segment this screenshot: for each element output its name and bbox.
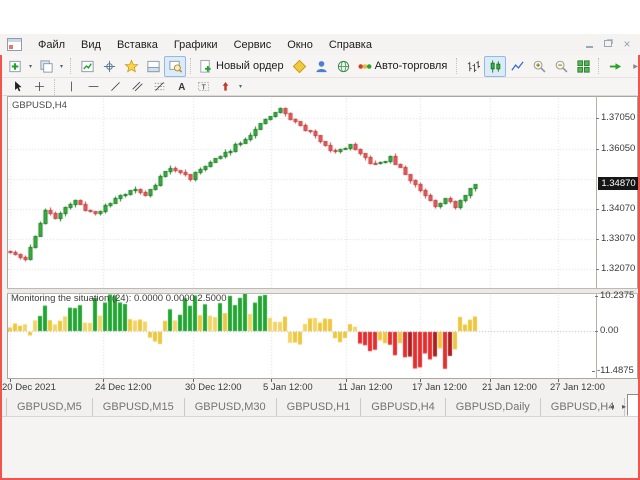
auto-trading-button[interactable]: Авто-торговля (355, 57, 453, 76)
text-icon[interactable]: A (170, 78, 192, 95)
cursor-icon[interactable] (6, 78, 28, 95)
tab-gbpusd-h4[interactable]: GBPUSD,H4 (361, 398, 446, 416)
arrow-objects-dropdown[interactable] (236, 77, 245, 96)
menu-view[interactable]: Вид (73, 36, 109, 54)
time-axis-label: 20 Dec 2021 (2, 382, 56, 393)
time-axis-label: 5 Jan 12:00 (263, 382, 313, 393)
market-watch-icon[interactable] (76, 56, 98, 77)
tab-gbpusd-daily[interactable]: GBPUSD,Daily (446, 398, 541, 416)
line-studies-toolbar: A T (0, 78, 640, 96)
fibonacci-icon[interactable] (148, 78, 170, 95)
price-axis-label: 1.32070 (595, 263, 636, 274)
minimize-icon[interactable] (582, 37, 596, 50)
new-chart-icon[interactable] (4, 56, 26, 77)
strategy-tester-icon[interactable] (164, 55, 186, 77)
time-axis-label: 24 Dec 12:00 (95, 382, 152, 393)
price-axis-label: 1.33070 (595, 233, 636, 244)
price-axis-label: 1.36050 (595, 143, 636, 154)
vertical-line-icon[interactable] (60, 78, 82, 95)
tab-scroll-arrows (610, 402, 626, 411)
chart-window-icon (7, 38, 22, 51)
new-order-label: Новый ордер (216, 60, 284, 72)
time-axis-label: 27 Jan 12:00 (550, 382, 605, 393)
time-axis-label: 11 Jan 12:00 (338, 382, 393, 393)
menu-charts[interactable]: Графики (166, 36, 226, 54)
terminal-icon[interactable] (142, 56, 164, 77)
metatrader-window: Файл Вид Вставка Графики Сервис Окно Спр… (0, 0, 640, 480)
horizontal-line-icon[interactable] (82, 78, 104, 95)
line-chart-icon[interactable] (506, 56, 528, 77)
time-axis-label: 21 Jan 12:00 (482, 382, 537, 393)
price-axis-label: 1.34070 (595, 203, 636, 214)
trend-line-icon[interactable] (104, 78, 126, 95)
indicator-axis-label: 10.2375 (594, 290, 635, 301)
price-axis-border (596, 96, 597, 379)
text-label-icon[interactable]: T (192, 78, 214, 95)
close-icon[interactable] (620, 37, 634, 50)
time-axis-label: 17 Jan 12:00 (412, 382, 467, 393)
metaeditor-icon[interactable] (289, 56, 311, 77)
price-chart-canvas[interactable] (8, 98, 596, 290)
mdi-window-controls (582, 37, 634, 50)
chart-symbol-label: GBPUSD,H4 (12, 100, 67, 111)
tile-windows-icon[interactable] (572, 56, 594, 77)
current-price-tag: 1.34870 (598, 177, 639, 190)
auto-trading-label: Авто-торговля (374, 60, 448, 72)
tab-gbpusd-h1[interactable]: GBPUSD,H1 (277, 398, 362, 416)
time-axis-label: 30 Dec 12:00 (185, 382, 242, 393)
profiles-icon[interactable] (35, 56, 57, 77)
menu-file[interactable]: Файл (30, 36, 73, 54)
title-bar (0, 0, 640, 34)
chart-tab-bar: GBPUSD,M5 GBPUSD,M15 GBPUSD,M30 GBPUSD,H… (0, 394, 640, 417)
profiles-dropdown[interactable] (57, 57, 66, 76)
web-globe-icon[interactable] (333, 56, 355, 77)
community-user-icon[interactable] (311, 56, 333, 77)
candlestick-chart-icon[interactable] (484, 55, 507, 77)
indicator-canvas[interactable] (8, 292, 596, 378)
equidistant-channel-icon[interactable] (126, 78, 148, 95)
menu-window[interactable]: Окно (279, 36, 321, 54)
menu-bar: Файл Вид Вставка Графики Сервис Окно Спр… (0, 34, 640, 56)
menu-insert[interactable]: Вставка (109, 36, 166, 54)
svg-text:A: A (178, 82, 185, 93)
tab-gbpusd-m5[interactable]: GBPUSD,M5 (6, 398, 93, 416)
zoom-out-icon[interactable] (550, 56, 572, 77)
indicator-title: Monitoring the situation (24): 0.0000 0.… (11, 293, 227, 304)
menu-help[interactable]: Справка (321, 36, 380, 54)
arrow-objects-icon[interactable] (214, 78, 236, 95)
tab-gbpusd-m30[interactable]: GBPUSD,M30 (185, 398, 277, 416)
data-window-icon[interactable] (98, 56, 120, 77)
window-border-left (0, 55, 2, 480)
bars-chart-icon[interactable] (462, 56, 484, 77)
indicator-axis-label: 0.00 (595, 325, 619, 336)
new-chart-dropdown[interactable] (26, 57, 35, 76)
tab-scroll-left-icon[interactable] (610, 402, 614, 411)
zoom-in-icon[interactable] (528, 56, 550, 77)
standard-toolbar: Новый ордер Авто-торговля (0, 55, 640, 78)
new-order-button[interactable]: Новый ордер (196, 57, 289, 76)
tab-scroll-right-icon[interactable] (622, 402, 626, 411)
auto-scroll-icon[interactable] (604, 56, 626, 77)
price-axis-label: 1.37050 (595, 112, 636, 123)
svg-text:T: T (201, 82, 206, 91)
menu-tools[interactable]: Сервис (226, 36, 280, 54)
restore-icon[interactable] (601, 37, 615, 50)
indicator-axis-label: -11.4875 (592, 365, 634, 376)
strategy-tester-panel: Strategy Tester (0, 417, 640, 478)
navigator-icon[interactable] (120, 56, 142, 77)
crosshair-icon[interactable] (28, 78, 50, 95)
tab-gbpusd-m15[interactable]: GBPUSD,M15 (93, 398, 185, 416)
